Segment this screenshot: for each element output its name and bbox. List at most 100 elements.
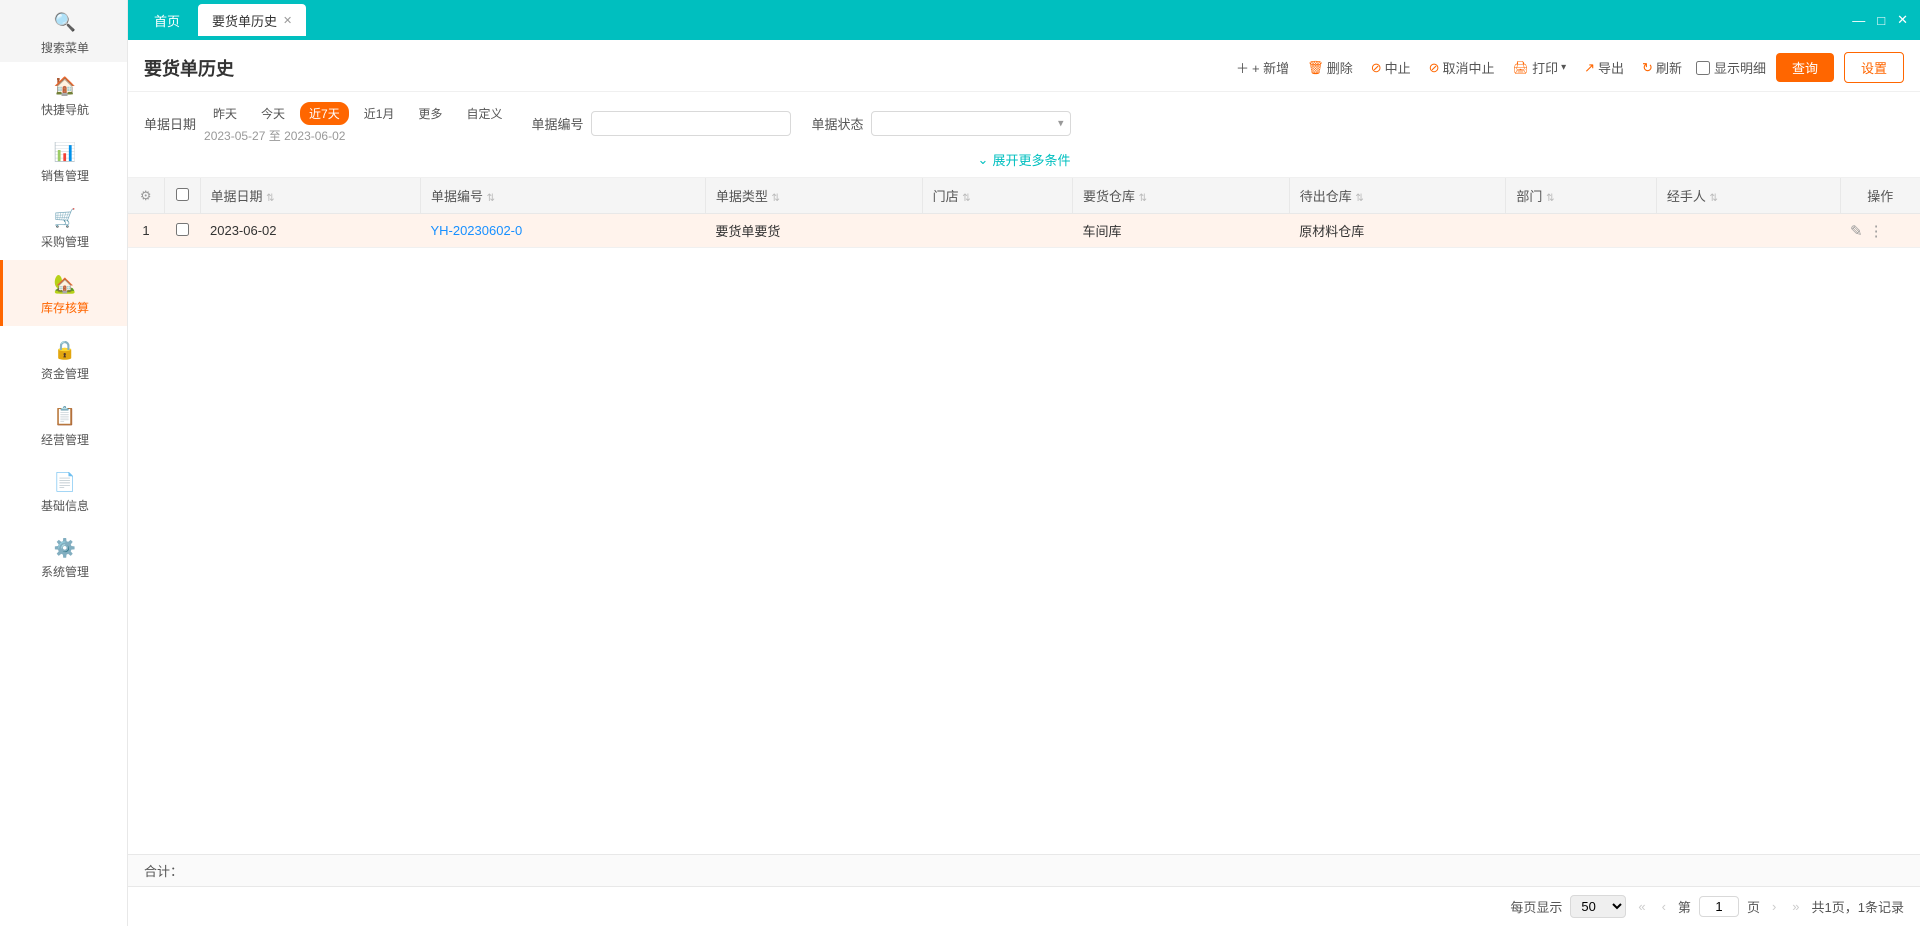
date-btn-today[interactable]: 今天 — [252, 102, 294, 125]
sort-pending-warehouse-icon[interactable]: ⇅ — [1355, 193, 1363, 204]
col-bill-no-label: 单据编号 — [431, 189, 483, 204]
prev-page-btn[interactable]: ‹ — [1658, 897, 1670, 916]
bill-no-input[interactable] — [591, 111, 791, 136]
sidebar: 🔍 搜索菜单 🏠 快捷导航 📊 销售管理 🛒 采购管理 🏡 库存核算 🔒 资金管… — [0, 0, 128, 926]
sidebar-item-basic[interactable]: 📄 基础信息 — [0, 458, 127, 524]
export-icon: ↗ — [1584, 60, 1595, 76]
tab-home[interactable]: 首页 — [140, 4, 194, 36]
page-size-select[interactable]: 20 50 100 200 — [1570, 895, 1626, 918]
sort-date-icon[interactable]: ⇅ — [266, 193, 274, 204]
sidebar-item-purchase[interactable]: 🛒 采购管理 — [0, 194, 127, 260]
date-shortcuts: 昨天 今天 近7天 近1月 更多 自定义 — [204, 102, 511, 125]
next-page-btn[interactable]: › — [1768, 897, 1780, 916]
tab-history-close-icon[interactable]: ✕ — [283, 14, 292, 27]
page-label: 第 — [1678, 897, 1691, 916]
filter-row: 单据日期 昨天 今天 近7天 近1月 更多 自定义 2023-05-27 至 2… — [144, 102, 1904, 144]
sidebar-item-system-label: 系统管理 — [41, 563, 89, 580]
settings-icon[interactable]: ⚙ — [140, 188, 152, 203]
main-area: 首页 要货单历史 ✕ — □ ✕ 要货单历史 ＋ + 新增 🗑 删除 — [128, 0, 1920, 926]
first-page-btn[interactable]: « — [1634, 897, 1649, 916]
system-icon: ⚙️ — [54, 538, 76, 559]
sidebar-item-sales-label: 销售管理 — [41, 167, 89, 184]
sort-bill-no-icon[interactable]: ⇅ — [487, 193, 495, 204]
select-all-checkbox[interactable] — [176, 188, 189, 201]
col-date-label: 单据日期 — [211, 189, 263, 204]
row-store — [922, 214, 1072, 248]
query-button[interactable]: 查询 — [1776, 53, 1834, 82]
row-checkbox[interactable] — [164, 214, 200, 248]
row-action: ✎ ⋮ — [1840, 214, 1920, 248]
bill-no-link[interactable]: YH-20230602-0 — [430, 223, 522, 238]
toolbar: ＋ + 新增 🗑 删除 ⊘ 中止 ⊘ 取消中止 🖨 打印 — [1232, 52, 1904, 83]
sort-bill-type-icon[interactable]: ⇅ — [772, 193, 780, 204]
expand-btn[interactable]: ⌄ 展开更多条件 — [978, 150, 1071, 169]
setting-button[interactable]: 设置 — [1844, 52, 1904, 83]
cancel-stop-icon: ⊘ — [1429, 60, 1440, 76]
edit-icon[interactable]: ✎ — [1850, 222, 1863, 240]
page-size-label: 每页显示 — [1510, 897, 1562, 916]
row-index: 1 — [128, 214, 164, 248]
row-bill-type: 要货单要货 — [705, 214, 922, 248]
stop-button[interactable]: ⊘ 中止 — [1367, 56, 1415, 79]
date-btn-yesterday[interactable]: 昨天 — [204, 102, 246, 125]
row-req-warehouse: 车间库 — [1073, 214, 1290, 248]
date-btn-7days[interactable]: 近7天 — [300, 102, 349, 125]
col-department-label: 部门 — [1516, 189, 1542, 204]
table-footer: 合计： — [128, 854, 1920, 886]
pagination-bar: 每页显示 20 50 100 200 « ‹ 第 页 › » 共1页，1条记录 — [128, 886, 1920, 926]
col-handler: 经手人 ⇅ — [1656, 178, 1840, 214]
purchase-icon: 🛒 — [54, 208, 76, 229]
cancel-stop-button[interactable]: ⊘ 取消中止 — [1425, 56, 1499, 79]
table-area: ⚙ 单据日期 ⇅ 单据编号 ⇅ — [128, 178, 1920, 854]
tab-history-label: 要货单历史 — [212, 11, 277, 30]
refresh-button[interactable]: ↻ 刷新 — [1638, 56, 1686, 79]
more-icon[interactable]: ⋮ — [1869, 222, 1884, 240]
table-body: 1 2023-06-02 YH-20230602-0 要货单要货 车间库 原材料… — [128, 214, 1920, 248]
print-dropdown-icon: ▾ — [1561, 62, 1566, 73]
page-number-input[interactable] — [1699, 896, 1739, 917]
sidebar-item-search[interactable]: 🔍 搜索菜单 — [0, 0, 127, 62]
delete-button[interactable]: 🗑 删除 — [1303, 56, 1357, 79]
status-select[interactable] — [871, 111, 1071, 136]
tab-history[interactable]: 要货单历史 ✕ — [198, 4, 306, 36]
sales-icon: 📊 — [54, 142, 76, 163]
print-button[interactable]: 🖨 打印 ▾ — [1509, 56, 1571, 79]
sidebar-item-operation[interactable]: 📋 经营管理 — [0, 392, 127, 458]
show-detail-checkbox[interactable] — [1696, 61, 1710, 75]
row-pending-warehouse: 原材料仓库 — [1289, 214, 1506, 248]
col-pending-warehouse: 待出仓库 ⇅ — [1289, 178, 1506, 214]
sort-store-icon[interactable]: ⇅ — [962, 193, 970, 204]
col-bill-type: 单据类型 ⇅ — [705, 178, 922, 214]
sidebar-item-sales[interactable]: 📊 销售管理 — [0, 128, 127, 194]
sidebar-item-purchase-label: 采购管理 — [41, 233, 89, 250]
bill-no-label: 单据编号 — [531, 114, 583, 133]
date-filter-label: 单据日期 — [144, 114, 196, 133]
date-btn-more[interactable]: 更多 — [409, 102, 451, 125]
minimize-button[interactable]: — — [1852, 13, 1865, 28]
search-icon: 🔍 — [54, 12, 76, 33]
sidebar-item-inventory-label: 库存核算 — [41, 299, 89, 316]
date-btn-custom[interactable]: 自定义 — [457, 102, 511, 125]
show-detail-toggle[interactable]: 显示明细 — [1696, 58, 1766, 77]
operation-icon: 📋 — [54, 406, 76, 427]
restore-button[interactable]: □ — [1877, 13, 1885, 28]
sidebar-item-quick-nav-label: 快捷导航 — [41, 101, 89, 118]
export-button[interactable]: ↗ 导出 — [1580, 56, 1628, 79]
date-btn-1month[interactable]: 近1月 — [355, 102, 404, 125]
content-area: 要货单历史 ＋ + 新增 🗑 删除 ⊘ 中止 ⊘ 取消中止 — [128, 40, 1920, 926]
sidebar-item-finance[interactable]: 🔒 资金管理 — [0, 326, 127, 392]
new-button[interactable]: ＋ + 新增 — [1232, 56, 1293, 79]
sidebar-item-system[interactable]: ⚙️ 系统管理 — [0, 524, 127, 590]
basic-icon: 📄 — [54, 472, 76, 493]
close-button[interactable]: ✕ — [1897, 12, 1908, 28]
sidebar-item-inventory[interactable]: 🏡 库存核算 — [0, 260, 127, 326]
sidebar-item-quick-nav[interactable]: 🏠 快捷导航 — [0, 62, 127, 128]
sort-handler-icon[interactable]: ⇅ — [1710, 193, 1718, 204]
sort-req-warehouse-icon[interactable]: ⇅ — [1139, 193, 1147, 204]
col-req-warehouse-label: 要货仓库 — [1083, 189, 1135, 204]
col-store-label: 门店 — [933, 189, 959, 204]
delete-icon: 🗑 — [1307, 60, 1324, 76]
sort-department-icon[interactable]: ⇅ — [1546, 193, 1554, 204]
finance-icon: 🔒 — [54, 340, 76, 361]
last-page-btn[interactable]: » — [1788, 897, 1803, 916]
